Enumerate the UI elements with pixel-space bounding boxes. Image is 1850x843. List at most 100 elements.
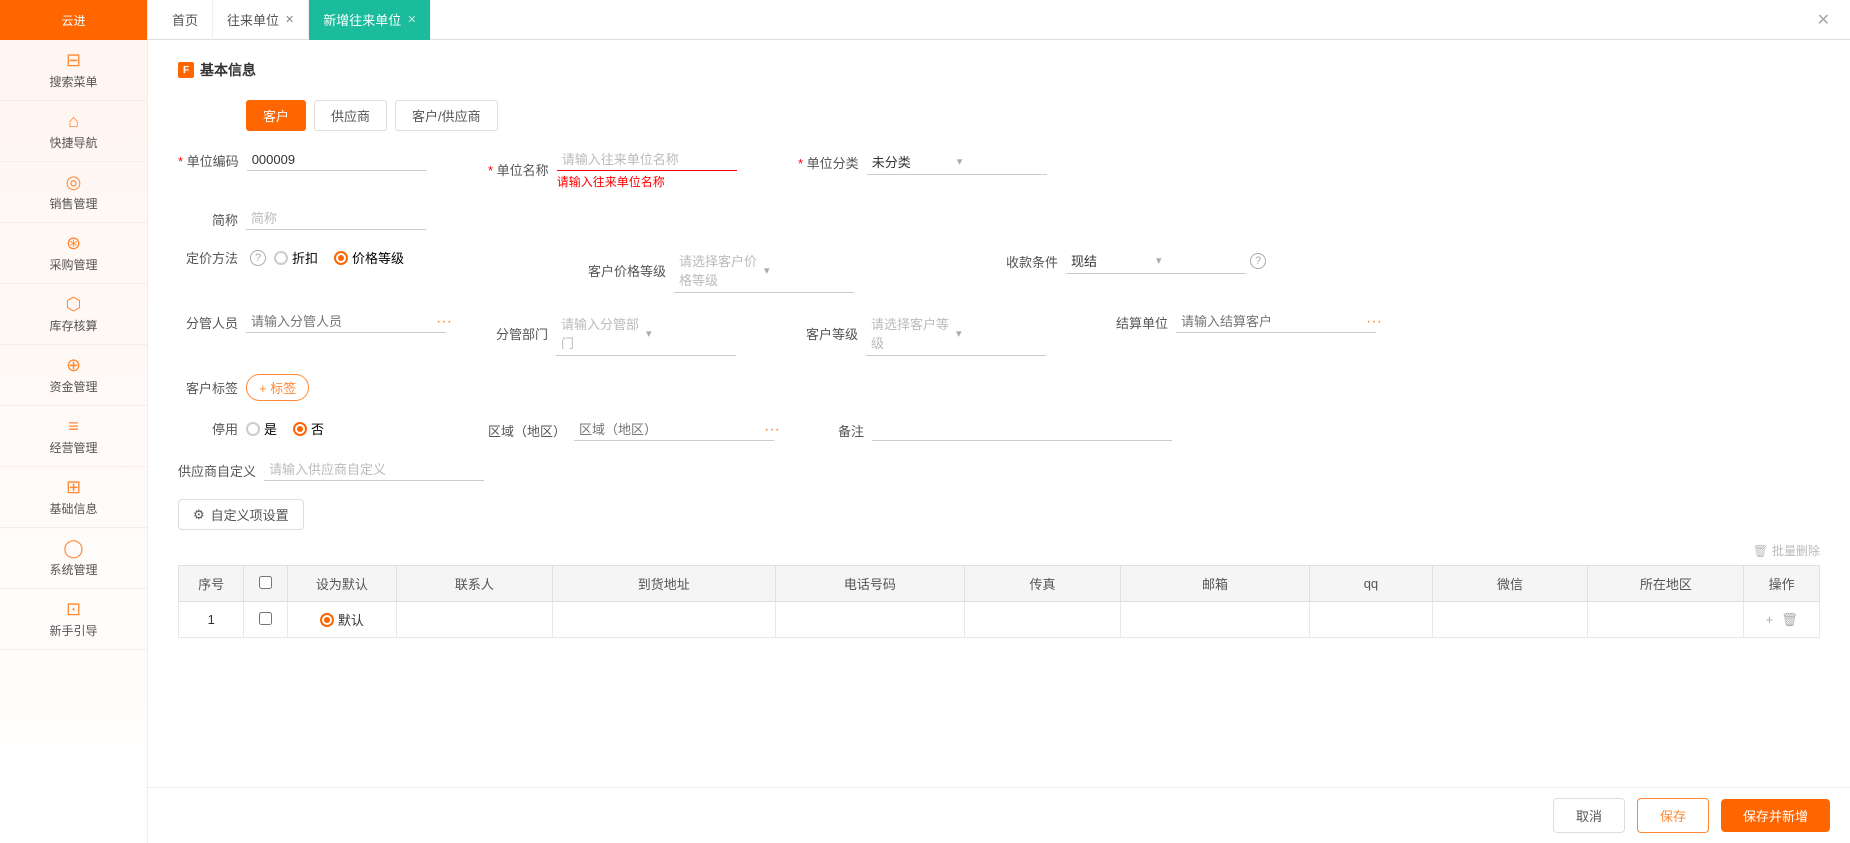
- payment-terms-group: 收款条件 现结 ▾ ?: [998, 248, 1278, 274]
- unit-name-error-msg: 请输入往来单位名称: [557, 173, 737, 190]
- unit-btn-supplier[interactable]: 供应商: [314, 100, 387, 131]
- sidebar-item-search-menu[interactable]: ⊟ 搜索菜单: [0, 40, 147, 101]
- pricing-price-level-radio[interactable]: 价格等级: [334, 248, 404, 267]
- unit-name-error-wrap: 请输入往来单位名称: [557, 149, 737, 190]
- sidebar-item-inventory[interactable]: ⬡ 库存核算: [0, 284, 147, 345]
- td-email[interactable]: [1120, 602, 1309, 638]
- disabled-yes-radio[interactable]: 是: [246, 419, 277, 438]
- custom-settings-button[interactable]: ⚙ 自定义项设置: [178, 499, 304, 530]
- manager-input-wrap: ···: [246, 311, 446, 333]
- sidebar-item-finance[interactable]: ⊕ 资金管理: [0, 345, 147, 406]
- unit-code-input[interactable]: [247, 149, 427, 171]
- save-new-button[interactable]: 保存并新增: [1721, 799, 1830, 832]
- payment-terms-select[interactable]: 现结 ▾: [1066, 248, 1246, 274]
- settlement-unit-input[interactable]: [1176, 311, 1362, 332]
- cancel-button[interactable]: 取消: [1553, 798, 1625, 833]
- region-group: 区域（地区） ···: [488, 419, 774, 441]
- add-row-icon[interactable]: +: [1766, 612, 1774, 628]
- delete-row-icon[interactable]: 🗑: [1781, 612, 1798, 628]
- sidebar-item-basic-info[interactable]: ⊞ 基础信息: [0, 467, 147, 528]
- batch-delete-label[interactable]: 批量删除: [1772, 542, 1820, 559]
- td-address[interactable]: [552, 602, 775, 638]
- td-qq[interactable]: [1310, 602, 1432, 638]
- abbreviation-input[interactable]: [246, 208, 426, 230]
- td-fax[interactable]: [965, 602, 1121, 638]
- td-seq: 1: [179, 602, 244, 638]
- unit-category-value: 未分类: [872, 152, 957, 171]
- region-input[interactable]: [574, 419, 760, 440]
- td-default: 默认: [287, 602, 396, 638]
- qq-input[interactable]: [1341, 612, 1401, 627]
- sales-icon: ◎: [66, 172, 82, 193]
- remarks-input[interactable]: [872, 419, 1172, 441]
- sidebar-item-purchase[interactable]: ⊛ 采购管理: [0, 223, 147, 284]
- manager-more-btn[interactable]: ···: [432, 313, 456, 331]
- customer-level-select[interactable]: 请选择客户等级 ▾: [866, 311, 1046, 356]
- finance-icon: ⊕: [66, 355, 81, 376]
- tab-home-label: 首页: [172, 10, 198, 29]
- supplier-custom-input[interactable]: [264, 459, 484, 481]
- phone-input[interactable]: [820, 612, 920, 627]
- default-radio-circle: [320, 613, 334, 627]
- sidebar-item-operations[interactable]: ≡ 经营管理: [0, 406, 147, 467]
- sidebar-item-guide[interactable]: ⊡ 新手引导: [0, 589, 147, 650]
- department-placeholder: 请输入分管部门: [561, 314, 646, 352]
- select-all-checkbox[interactable]: [259, 576, 272, 589]
- manager-row: 分管人员 ··· 分管部门 请输入分管部门 ▾ 客户等级 请选择客户等级 ▾: [178, 311, 1820, 356]
- wechat-input[interactable]: [1470, 612, 1550, 627]
- chevron-down-icon: ▾: [646, 327, 731, 340]
- payment-terms-label: 收款条件: [998, 252, 1058, 271]
- td-phone[interactable]: [775, 602, 964, 638]
- quick-nav-icon: ⌂: [68, 111, 79, 132]
- settlement-unit-label: 结算单位: [1108, 313, 1168, 332]
- unit-btn-both[interactable]: 客户/供应商: [395, 100, 498, 131]
- tab-partners[interactable]: 往来单位 ✕: [213, 0, 309, 40]
- td-wechat[interactable]: [1432, 602, 1588, 638]
- sidebar-item-system[interactable]: ◯ 系统管理: [0, 528, 147, 589]
- discount-label: 折扣: [292, 248, 318, 267]
- payment-terms-value: 现结: [1071, 251, 1156, 270]
- row-checkbox[interactable]: [259, 612, 272, 625]
- customer-price-level-label: 客户价格等级: [588, 261, 666, 280]
- address-input[interactable]: [604, 612, 724, 627]
- unit-category-select[interactable]: 未分类 ▾: [867, 149, 1047, 175]
- manager-input[interactable]: [246, 311, 432, 332]
- pricing-help-icon[interactable]: ?: [250, 250, 266, 266]
- section-title-text: 基本信息: [200, 60, 256, 80]
- unit-category-group: 单位分类 未分类 ▾: [798, 149, 1078, 175]
- sidebar-item-sales[interactable]: ◎ 销售管理: [0, 162, 147, 223]
- payment-terms-help-icon[interactable]: ?: [1250, 253, 1266, 269]
- td-contact[interactable]: [396, 602, 552, 638]
- add-tag-button[interactable]: + 标签: [246, 374, 309, 401]
- pricing-discount-radio[interactable]: 折扣: [274, 248, 318, 267]
- region-table-input[interactable]: [1626, 612, 1706, 627]
- disabled-no-radio[interactable]: 否: [293, 419, 324, 438]
- fax-input[interactable]: [1002, 612, 1082, 627]
- department-select[interactable]: 请输入分管部门 ▾: [556, 311, 736, 356]
- td-region[interactable]: [1588, 602, 1744, 638]
- save-button[interactable]: 保存: [1637, 798, 1709, 833]
- th-phone: 电话号码: [775, 566, 964, 602]
- tab-home[interactable]: 首页: [158, 0, 213, 40]
- unit-name-input[interactable]: [557, 149, 737, 171]
- sidebar-logo: 云进: [0, 0, 147, 40]
- tab-new-partner-close[interactable]: ✕: [407, 13, 416, 26]
- sidebar: 云进 ⊟ 搜索菜单 ⌂ 快捷导航 ◎ 销售管理 ⊛ 采购管理 ⬡ 库存核算 ⊕ …: [0, 0, 148, 843]
- th-region: 所在地区: [1588, 566, 1744, 602]
- default-radio[interactable]: 默认: [320, 610, 364, 629]
- remarks-group: 备注: [804, 419, 1184, 441]
- supplier-custom-row: 供应商自定义: [178, 459, 1820, 481]
- settlement-unit-more-btn[interactable]: ···: [1362, 313, 1386, 331]
- settlement-unit-group: 结算单位 ···: [1108, 311, 1388, 333]
- customer-price-level-select[interactable]: 请选择客户价格等级 ▾: [674, 248, 854, 293]
- tab-new-partner[interactable]: 新增往来单位 ✕: [309, 0, 431, 40]
- unit-btn-customer[interactable]: 客户: [246, 100, 306, 131]
- sidebar-item-quick-nav[interactable]: ⌂ 快捷导航: [0, 101, 147, 162]
- th-wechat: 微信: [1432, 566, 1588, 602]
- region-more-btn[interactable]: ···: [760, 421, 784, 439]
- sidebar-item-label: 采购管理: [49, 256, 97, 273]
- tab-partners-close[interactable]: ✕: [285, 13, 294, 26]
- window-close-button[interactable]: ✕: [1807, 10, 1840, 30]
- email-input[interactable]: [1165, 612, 1265, 627]
- contact-input[interactable]: [434, 612, 514, 627]
